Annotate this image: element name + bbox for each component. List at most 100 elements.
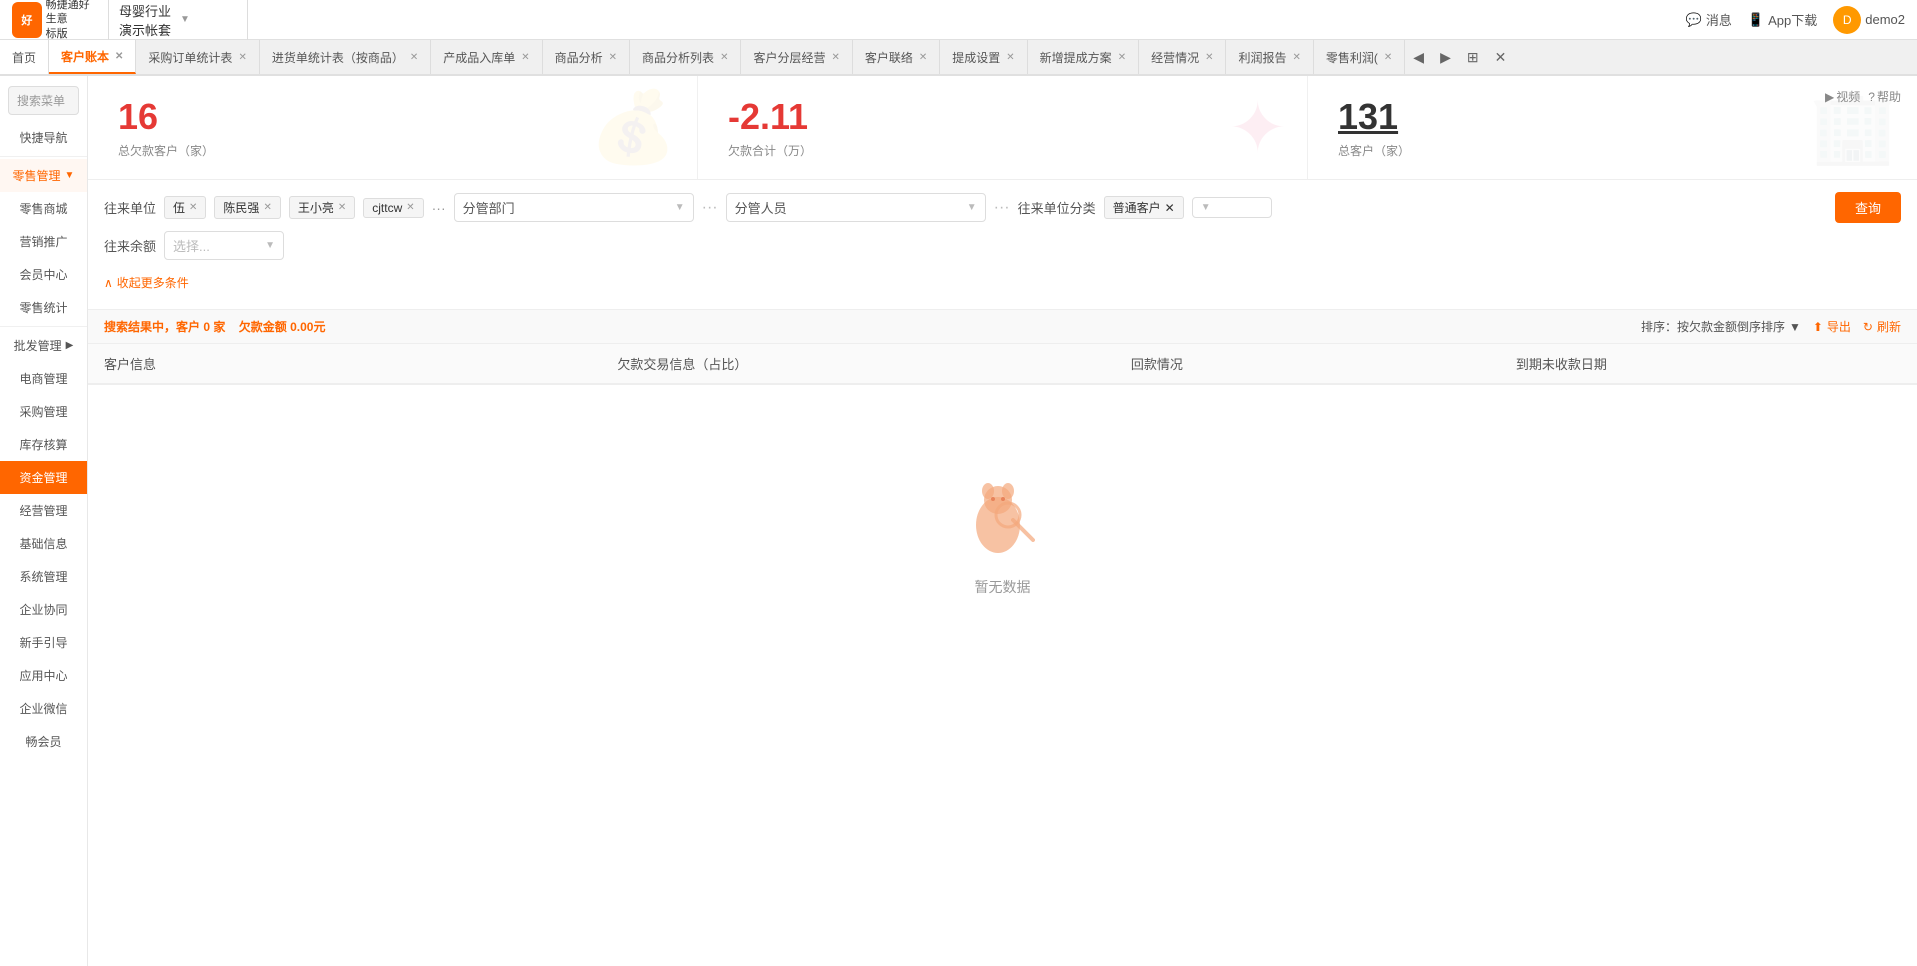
sidebar-item-basic-info[interactable]: 基础信息 [0, 527, 87, 560]
message-btn[interactable]: 💬 消息 [1686, 10, 1732, 29]
filter-tag-cjttcw-close[interactable]: ✕ [406, 202, 414, 213]
filter-tag-wang-close[interactable]: ✕ [338, 202, 346, 213]
tab-purchase-order-close[interactable]: ✕ [238, 52, 246, 63]
tab-customer-contact[interactable]: 客户联络 ✕ [853, 40, 940, 74]
tab-goods-analysis-close[interactable]: ✕ [609, 52, 617, 63]
filter-person-dots[interactable]: ··· [994, 199, 1010, 217]
video-icon: ▶ [1825, 90, 1834, 104]
filter-category-label: 往来单位分类 [1018, 198, 1096, 217]
filter-tag-cjttcw[interactable]: cjttcw ✕ [363, 198, 423, 218]
filter-area: 往来单位 伍 ✕ 陈民强 ✕ 王小亮 ✕ cjttcw ✕ ··· [88, 180, 1917, 310]
sidebar-search-btn[interactable]: 搜索菜单 [8, 86, 79, 115]
tab-accounts[interactable]: 客户账本 ✕ [49, 40, 136, 74]
sidebar-item-enterprise-wechat[interactable]: 企业微信 [0, 692, 87, 725]
tab-operation[interactable]: 经营情况 ✕ [1139, 40, 1226, 74]
tab-customer-contact-close[interactable]: ✕ [919, 52, 927, 63]
filter-tag-wu[interactable]: 伍 ✕ [164, 196, 206, 219]
sidebar-item-finance[interactable]: 资金管理 [0, 461, 87, 494]
filter-category-dropdown[interactable]: ▼ [1192, 197, 1272, 218]
filter-balance-arrow: ▼ [265, 240, 275, 251]
sidebar-item-inventory[interactable]: 库存核算 [0, 428, 87, 461]
sidebar: 搜索菜单 快捷导航 零售管理 ▼ 零售商城 营销推广 会员中心 零售统计 批发管… [0, 76, 88, 966]
app-download-btn[interactable]: 📱 App下载 [1748, 10, 1817, 29]
results-info: 搜索结果中，客户 0 家 欠款金额 0.00元 [104, 318, 325, 335]
tab-bar: 首页 客户账本 ✕ 采购订单统计表 ✕ 进货单统计表（按商品） ✕ 产成品入库单… [0, 40, 1917, 76]
content-area: 💰 16 总欠款客户（家） ✦ -2.11 欠款合计（万） 🏢 131 总客户（… [88, 76, 1917, 966]
tab-produce-stock-close[interactable]: ✕ [521, 52, 529, 63]
top-bar: 好 畅捷通好生意 标版 母婴行业演示帐套 ▼ 💬 消息 📱 App下载 D de… [0, 0, 1917, 40]
store-selector[interactable]: 母婴行业演示帐套 ▼ [108, 0, 248, 44]
tab-purchase-stats[interactable]: 进货单统计表（按商品） ✕ [260, 40, 431, 74]
tab-retail-profit-close[interactable]: ✕ [1384, 52, 1392, 63]
sidebar-item-quick-nav[interactable]: 快捷导航 [0, 121, 87, 154]
query-button[interactable]: 查询 [1835, 192, 1901, 223]
sidebar-item-retail-stats[interactable]: 零售统计 [0, 291, 87, 324]
export-icon: ⬆ [1813, 320, 1823, 334]
tab-goods-analysis-list-close[interactable]: ✕ [720, 52, 728, 63]
filter-more-tags[interactable]: ··· [432, 200, 446, 216]
filter-cat-close[interactable]: ✕ [1165, 201, 1175, 215]
tab-prev-btn[interactable]: ◀ [1405, 40, 1432, 74]
stat-customers-info: 16 总欠款客户（家） [118, 96, 214, 159]
sidebar-item-app-center[interactable]: 应用中心 [0, 659, 87, 692]
sidebar-item-retail-shop[interactable]: 零售商城 [0, 192, 87, 225]
collapse-area: ∧ 收起更多条件 [104, 268, 1901, 297]
tab-profit-report[interactable]: 利润报告 ✕ [1226, 40, 1313, 74]
user-menu[interactable]: D demo2 [1833, 6, 1905, 34]
sidebar-item-member[interactable]: 会员中心 [0, 258, 87, 291]
sidebar-item-wholesale[interactable]: 批发管理 ▶ [0, 329, 87, 362]
app-title: 畅捷通好生意 标版 [46, 0, 100, 41]
tab-profit-report-close[interactable]: ✕ [1293, 52, 1301, 63]
tab-expand-btn[interactable]: ⊞ [1459, 40, 1487, 74]
tab-new-propose[interactable]: 新增提成方案 ✕ [1028, 40, 1139, 74]
sidebar-item-marketing[interactable]: 营销推广 [0, 225, 87, 258]
stat-total-label: 总客户（家） [1338, 142, 1410, 159]
stat-amount-info: -2.11 欠款合计（万） [728, 96, 812, 159]
tab-propose-settings-close[interactable]: ✕ [1006, 52, 1014, 63]
stat-total-info: 131 总客户（家） [1338, 96, 1410, 159]
export-btn[interactable]: ⬆ 导出 [1813, 318, 1851, 335]
tab-customer-segment-close[interactable]: ✕ [831, 52, 839, 63]
filter-unit-label: 往来单位 [104, 198, 156, 217]
tab-accounts-close[interactable]: ✕ [115, 51, 123, 62]
tab-operation-close[interactable]: ✕ [1205, 52, 1213, 63]
tab-retail-profit[interactable]: 零售利润( ✕ [1314, 40, 1405, 74]
sidebar-item-vip-member[interactable]: 畅会员 [0, 725, 87, 758]
tab-purchase-stats-close[interactable]: ✕ [410, 52, 418, 63]
tab-customer-segment[interactable]: 客户分层经营 ✕ [741, 40, 852, 74]
tab-produce-stock[interactable]: 产成品入库单 ✕ [431, 40, 542, 74]
tab-goods-analysis-list[interactable]: 商品分析列表 ✕ [630, 40, 741, 74]
sidebar-item-system[interactable]: 系统管理 [0, 560, 87, 593]
collapse-button[interactable]: ∧ 收起更多条件 [104, 274, 1901, 291]
tab-new-propose-close[interactable]: ✕ [1118, 52, 1126, 63]
sidebar-item-retail[interactable]: 零售管理 ▼ [0, 159, 87, 192]
filter-tag-chen[interactable]: 陈民强 ✕ [214, 196, 280, 219]
filter-dept-select[interactable]: 分管部门 ▼ [454, 193, 694, 222]
sidebar-item-ecommerce[interactable]: 电商管理 [0, 362, 87, 395]
sidebar-item-newbie[interactable]: 新手引导 [0, 626, 87, 659]
tab-purchase-order[interactable]: 采购订单统计表 ✕ [136, 40, 259, 74]
filter-balance-select[interactable]: 选择... ▼ [164, 231, 284, 260]
filter-person-select[interactable]: 分管人员 ▼ [726, 193, 986, 222]
sidebar-item-operation-mgmt[interactable]: 经营管理 [0, 494, 87, 527]
th-debt: 欠款交易信息（占比） [617, 354, 1130, 373]
download-icon: 📱 [1748, 12, 1764, 28]
filter-tag-wang[interactable]: 王小亮 ✕ [289, 196, 355, 219]
tab-propose-settings[interactable]: 提成设置 ✕ [940, 40, 1027, 74]
sidebar-item-enterprise[interactable]: 企业协同 [0, 593, 87, 626]
filter-cat-tag-normal[interactable]: 普通客户 ✕ [1104, 196, 1184, 219]
video-btn[interactable]: ▶ 视频 [1825, 88, 1860, 105]
refresh-btn[interactable]: ↻ 刷新 [1863, 318, 1901, 335]
stat-amount-value: -2.11 [728, 96, 812, 138]
tab-home[interactable]: 首页 [0, 40, 49, 74]
help-btn[interactable]: ? 帮助 [1868, 88, 1901, 105]
filter-dept-dots[interactable]: ··· [702, 199, 718, 217]
th-repayment: 回款情况 [1131, 354, 1516, 373]
tab-goods-analysis[interactable]: 商品分析 ✕ [543, 40, 630, 74]
filter-tag-wu-close[interactable]: ✕ [189, 202, 197, 213]
tab-close-all-btn[interactable]: ✕ [1487, 40, 1515, 74]
tab-next-btn[interactable]: ▶ [1432, 40, 1459, 74]
sidebar-item-purchase[interactable]: 采购管理 [0, 395, 87, 428]
table-header: 客户信息 欠款交易信息（占比） 回款情况 到期未收款日期 [88, 344, 1917, 385]
filter-tag-chen-close[interactable]: ✕ [263, 202, 271, 213]
